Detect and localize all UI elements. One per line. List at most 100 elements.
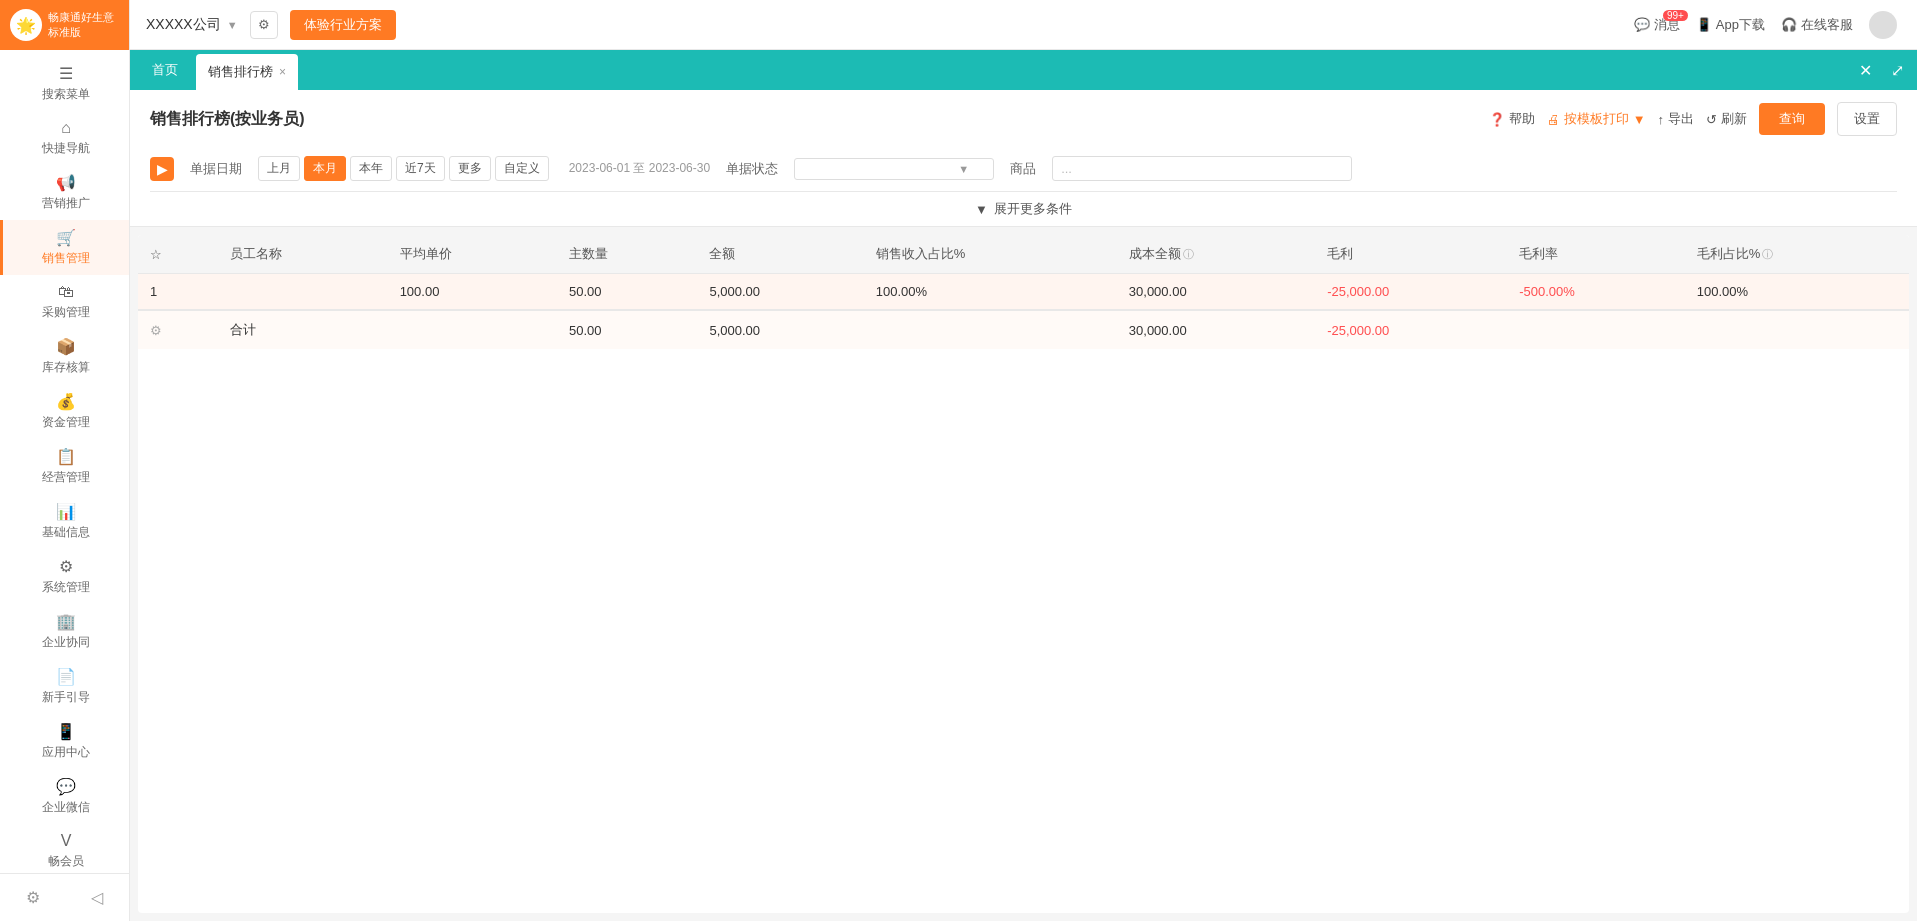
page-title-row: 销售排行榜(按业务员) ❓ 帮助 🖨 按模板打印 ▼ ↑ 导出 [150, 102, 1897, 136]
filter-toggle-btn[interactable]: ▶ [150, 157, 174, 181]
topbar-gear-btn[interactable]: ⚙ [250, 11, 278, 39]
guide-icon: 📄 [56, 667, 76, 686]
help-icon: ❓ [1489, 112, 1505, 127]
col-header-amount: 全额 [697, 235, 863, 274]
print-dropdown-arrow: ▼ [1633, 112, 1646, 127]
sidebar-item-wechat[interactable]: 💬企业微信 [0, 769, 129, 824]
status-select[interactable]: ▼ [794, 158, 994, 180]
col-header-avg_price: 平均单价 [388, 235, 557, 274]
settings-btn[interactable]: 设置 [1837, 102, 1897, 136]
logo-icon: 🌟 [10, 9, 42, 41]
date-btn-上月[interactable]: 上月 [258, 156, 300, 181]
col-header-quantity: 主数量 [557, 235, 697, 274]
col-header-gross: 毛利 [1315, 235, 1507, 274]
system-icon: ⚙ [59, 557, 73, 576]
print-icon: 🖨 [1547, 112, 1560, 127]
sidebar-label-purchase: 采购管理 [42, 304, 90, 321]
sidebar-item-shortcut[interactable]: ⌂快捷导航 [0, 111, 129, 165]
page-title: 销售排行榜(按业务员) [150, 109, 305, 130]
sidebar-item-marketing[interactable]: 📢营销推广 [0, 165, 129, 220]
sidebar-item-apps[interactable]: 📱应用中心 [0, 714, 129, 769]
sidebar-item-operations[interactable]: 📋 经营管理 [0, 439, 129, 494]
sidebar-settings-btn[interactable]: ⚙ [18, 884, 48, 911]
cell-quantity: 50.00 [557, 274, 697, 311]
tab-close-window-btn[interactable]: ✕ [1853, 58, 1877, 82]
sidebar-item-search[interactable]: ☰ 搜索菜单 [0, 56, 129, 111]
sidebar-label-member: 畅会员 [48, 853, 84, 870]
goods-filter-label: 商品 [1010, 160, 1036, 178]
sidebar-item-basic[interactable]: 📊 基础信息 [0, 494, 129, 549]
footer-cell-6: 30,000.00 [1117, 310, 1315, 349]
basic-icon: 📊 [56, 502, 76, 521]
online-service-btn[interactable]: 🎧 在线客服 [1781, 16, 1853, 34]
message-btn[interactable]: 💬 消息 99+ [1634, 16, 1680, 34]
tab-home[interactable]: 首页 [138, 50, 192, 90]
date-btn-本年[interactable]: 本年 [350, 156, 392, 181]
message-icon: 💬 [1634, 17, 1650, 32]
operations-icon: 📋 [56, 447, 76, 466]
sidebar-label-enterprise: 企业协同 [42, 634, 90, 651]
sidebar-item-enterprise[interactable]: 🏢企业协同 [0, 604, 129, 659]
sidebar-label-search: 搜索菜单 [42, 86, 90, 103]
query-btn[interactable]: 查询 [1759, 103, 1825, 135]
page-actions: ❓ 帮助 🖨 按模板打印 ▼ ↑ 导出 ↺ 刷新 [1489, 102, 1897, 136]
sidebar-item-purchase[interactable]: 🛍采购管理 [0, 275, 129, 329]
sidebar-item-member[interactable]: V畅会员 [0, 824, 129, 873]
expand-more-btn[interactable]: ▼ 展开更多条件 [150, 191, 1897, 226]
app-download-btn[interactable]: 📱 App下载 [1696, 16, 1765, 34]
sidebar-logo: 🌟 畅康通好生意 标准版 [0, 0, 129, 50]
date-btn-近7天[interactable]: 近7天 [396, 156, 445, 181]
message-badge: 99+ [1663, 10, 1688, 21]
sidebar-item-guide[interactable]: 📄新手引导 [0, 659, 129, 714]
sidebar-label-inventory: 库存核算 [42, 359, 90, 376]
table-area: ☆员工名称平均单价主数量全额销售收入占比%成本全额ⓘ毛利毛利率毛利占比%ⓘ 11… [138, 235, 1909, 913]
inventory-icon: 📦 [56, 337, 76, 356]
sidebar: 🌟 畅康通好生意 标准版 ☰ 搜索菜单 ⌂快捷导航📢营销推广🛒销售管理🛍采购管理 📦 库… [0, 0, 130, 921]
col-info-cost: ⓘ [1183, 248, 1194, 260]
filter-row: ▶ 单据日期 上月本月本年近7天更多自定义 2023-06-01 至 2023-… [150, 146, 1897, 191]
export-btn[interactable]: ↑ 导出 [1658, 110, 1695, 128]
sidebar-label-operations: 经营管理 [42, 469, 90, 486]
cell-cost: 30,000.00 [1117, 274, 1315, 311]
date-btn-本月[interactable]: 本月 [304, 156, 346, 181]
user-avatar-area[interactable] [1869, 11, 1901, 39]
company-name: XXXXX公司 [146, 16, 221, 34]
topbar: XXXXX公司 ▼ ⚙ 体验行业方案 💬 消息 99+ 📱 App下载 🎧 在线… [130, 0, 1917, 50]
cell-gross_rate: -500.00% [1507, 274, 1685, 311]
marketing-icon: 📢 [56, 173, 76, 192]
sidebar-item-sales[interactable]: 🛒销售管理 [0, 220, 129, 275]
trial-btn[interactable]: 体验行业方案 [290, 10, 396, 40]
sidebar-item-inventory[interactable]: 📦 库存核算 [0, 329, 129, 384]
refresh-icon: ↺ [1706, 112, 1717, 127]
date-btn-更多[interactable]: 更多 [449, 156, 491, 181]
footer-cell-4: 5,000.00 [697, 310, 863, 349]
shortcut-icon: ⌂ [61, 119, 71, 137]
tab-restore-btn[interactable]: ⤢ [1885, 58, 1909, 82]
tab-close-btn[interactable]: × [279, 65, 286, 79]
sidebar-item-finance[interactable]: 💰资金管理 [0, 384, 129, 439]
sidebar-label-wechat: 企业微信 [42, 799, 90, 816]
print-btn[interactable]: 🖨 按模板打印 ▼ [1547, 110, 1646, 128]
col-info-gross_pct: ⓘ [1762, 248, 1773, 260]
cell-sales_pct: 100.00% [864, 274, 1117, 311]
sidebar-collapse-btn[interactable]: ◁ [83, 884, 111, 911]
avatar [1869, 11, 1897, 39]
col-header-sales_pct: 销售收入占比% [864, 235, 1117, 274]
cell-avg_price: 100.00 [388, 274, 557, 311]
tabbar-actions: ✕ ⤢ [1853, 58, 1909, 82]
goods-select[interactable]: ... [1052, 156, 1352, 181]
topbar-right: 💬 消息 99+ 📱 App下载 🎧 在线客服 [1634, 11, 1901, 39]
logo-text: 畅康通好生意 标准版 [48, 10, 114, 41]
sidebar-item-system[interactable]: ⚙系统管理 [0, 549, 129, 604]
refresh-btn[interactable]: ↺ 刷新 [1706, 110, 1747, 128]
sidebar-nav: ☰ 搜索菜单 ⌂快捷导航📢营销推广🛒销售管理🛍采购管理 📦 库存核算 💰资金管理 📋 经营管理… [0, 50, 129, 873]
date-btn-自定义[interactable]: 自定义 [495, 156, 549, 181]
search-icon: ☰ [59, 64, 73, 83]
company-select[interactable]: XXXXX公司 ▼ [146, 16, 238, 34]
export-icon: ↑ [1658, 112, 1665, 127]
sidebar-label-apps: 应用中心 [42, 744, 90, 761]
tab-sales-rank[interactable]: 销售排行榜 × [196, 54, 298, 90]
cell-index: 1 [138, 274, 218, 311]
help-btn[interactable]: ❓ 帮助 [1489, 110, 1535, 128]
sidebar-label-basic: 基础信息 [42, 524, 90, 541]
